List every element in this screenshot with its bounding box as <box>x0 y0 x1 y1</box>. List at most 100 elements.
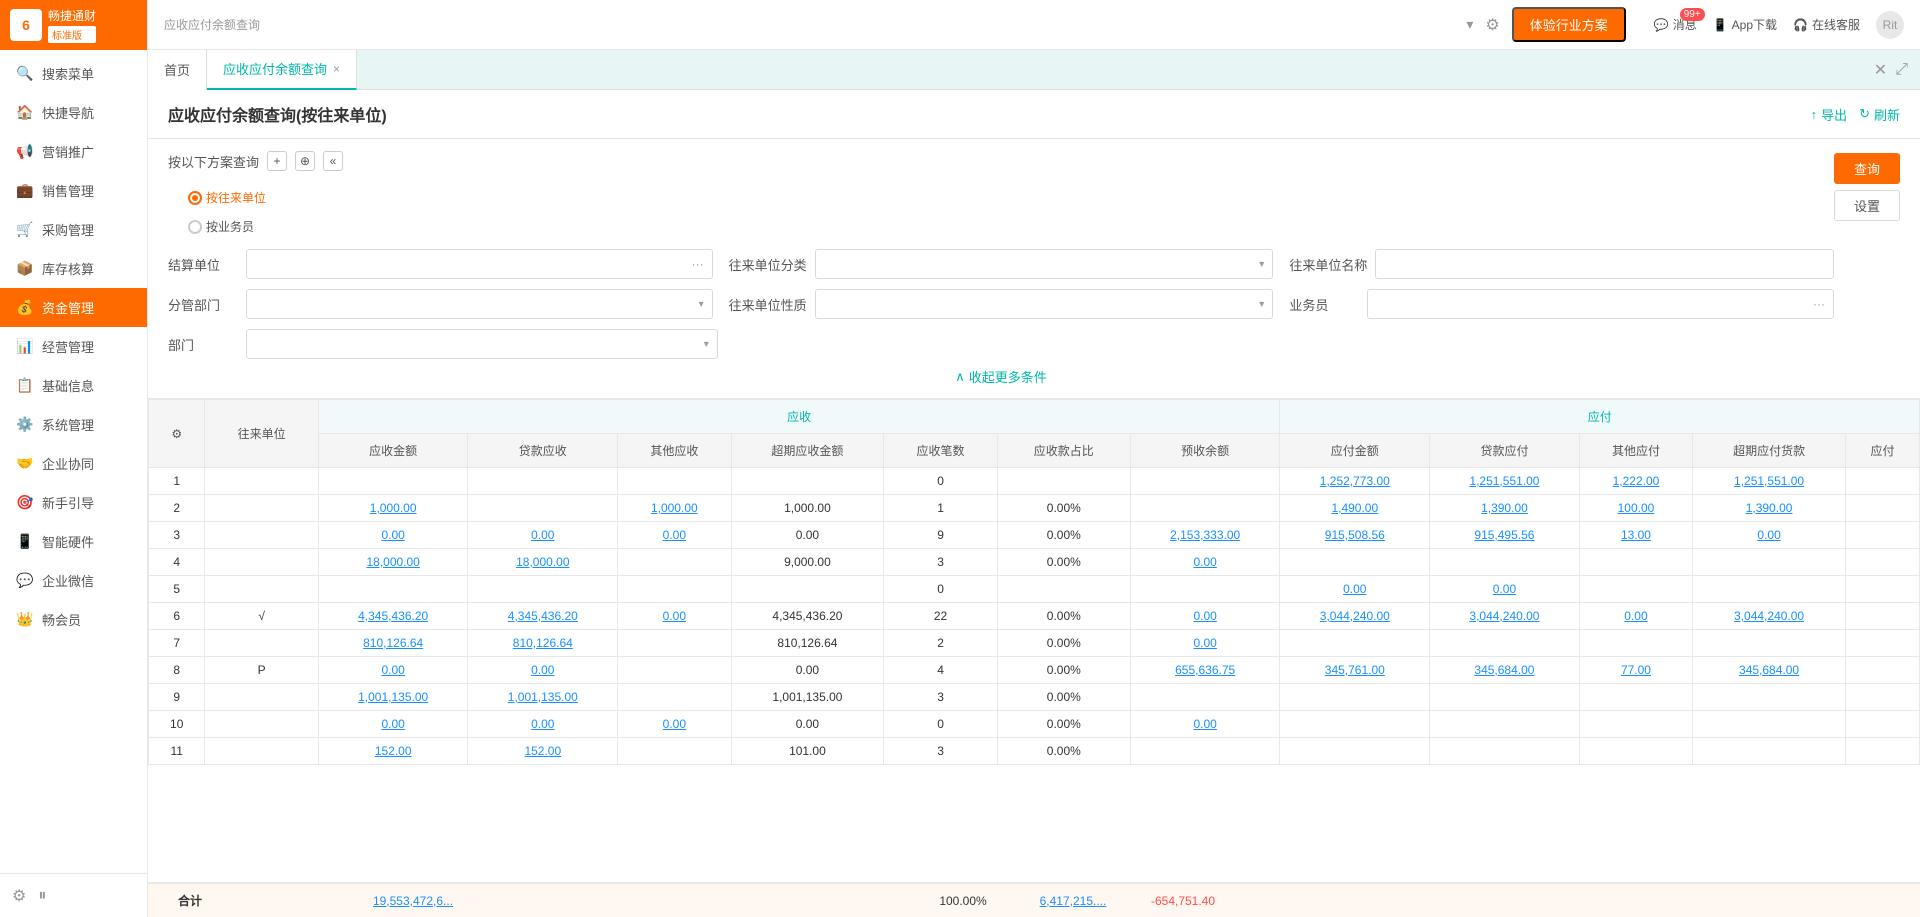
row-ap-amount[interactable] <box>1280 684 1430 711</box>
row-loan-ar[interactable]: 1,001,135.00 <box>468 684 618 711</box>
sidebar-item-inventory[interactable]: 📦 库存核算 <box>0 249 147 288</box>
row-other-ap[interactable] <box>1579 576 1692 603</box>
expand-icon[interactable]: ⤢ <box>1895 61 1908 79</box>
row-overdue-ap[interactable]: 1,390.00 <box>1693 495 1846 522</box>
row-loan-ar[interactable] <box>468 576 618 603</box>
row-other-ap[interactable]: 100.00 <box>1579 495 1692 522</box>
row-ar-amount[interactable]: 0.00 <box>318 522 468 549</box>
sidebar-settings-icon[interactable]: ⚙ <box>12 886 26 906</box>
unit-category-select[interactable]: ▾ <box>815 249 1274 279</box>
row-other-ar[interactable]: 0.00 <box>618 711 731 738</box>
tab-ar-ap[interactable]: 应收应付余额查询 × <box>207 50 357 90</box>
row-overdue-ap[interactable] <box>1693 630 1846 657</box>
schema-by-salesperson[interactable]: 按业务员 <box>168 212 1834 241</box>
online-service-button[interactable]: 🎧 在线客服 <box>1793 16 1860 33</box>
row-other-ar[interactable] <box>618 738 731 765</box>
sidebar-item-quick-nav[interactable]: 🏠 快捷导航 <box>0 93 147 132</box>
row-loan-ar[interactable]: 0.00 <box>468 522 618 549</box>
filter-settings-button[interactable]: ⊕ <box>295 151 315 171</box>
sidebar-item-purchase[interactable]: 🛒 采购管理 <box>0 210 147 249</box>
row-ar-amount[interactable] <box>318 576 468 603</box>
settings-icon[interactable]: ⚙ <box>1485 15 1499 35</box>
sidebar-item-guide[interactable]: 🎯 新手引导 <box>0 483 147 522</box>
row-ap-amount[interactable] <box>1280 711 1430 738</box>
row-other-ar[interactable] <box>618 549 731 576</box>
row-loan-ap[interactable]: 3,044,240.00 <box>1430 603 1580 630</box>
sidebar-item-operations[interactable]: 📊 经营管理 <box>0 327 147 366</box>
row-overdue-ap[interactable] <box>1693 711 1846 738</box>
dropdown-arrow-icon[interactable]: ▾ <box>1466 16 1473 33</box>
row-loan-ar[interactable] <box>468 495 618 522</box>
settings-col-header[interactable]: ⚙ <box>149 400 205 468</box>
row-ar-amount[interactable]: 18,000.00 <box>318 549 468 576</box>
row-ap-amount[interactable]: 0.00 <box>1280 576 1430 603</box>
row-loan-ar[interactable]: 152.00 <box>468 738 618 765</box>
footer-ar-amount[interactable]: 19,553,472,6... <box>358 894 468 908</box>
message-button[interactable]: 💬 消息 99+ <box>1654 16 1697 33</box>
row-loan-ap[interactable] <box>1430 684 1580 711</box>
row-overdue-ap[interactable]: 1,251,551.00 <box>1693 468 1846 495</box>
row-loan-ar[interactable]: 0.00 <box>468 711 618 738</box>
row-ap-amount[interactable]: 345,761.00 <box>1280 657 1430 684</box>
row-ap-amount[interactable] <box>1280 549 1430 576</box>
row-other-ap[interactable]: 77.00 <box>1579 657 1692 684</box>
refresh-button[interactable]: ↻ 刷新 <box>1859 105 1900 124</box>
row-other-ap[interactable]: 0.00 <box>1579 603 1692 630</box>
close-icon[interactable]: ✕ <box>1874 60 1887 80</box>
sidebar-item-search-menu[interactable]: 🔍 搜索菜单 <box>0 54 147 93</box>
row-loan-ar[interactable]: 4,345,436.20 <box>468 603 618 630</box>
row-loan-ap[interactable]: 1,390.00 <box>1430 495 1580 522</box>
sidebar-item-wechat[interactable]: 💬 企业微信 <box>0 561 147 600</box>
sidebar-item-system[interactable]: ⚙️ 系统管理 <box>0 405 147 444</box>
row-prepay[interactable]: 2,153,333.00 <box>1130 522 1280 549</box>
row-other-ap[interactable]: 13.00 <box>1579 522 1692 549</box>
row-loan-ap[interactable] <box>1430 549 1580 576</box>
row-other-ar[interactable] <box>618 684 731 711</box>
unit-name-input[interactable] <box>1375 249 1834 279</box>
row-ar-amount[interactable]: 0.00 <box>318 657 468 684</box>
sidebar-item-finance[interactable]: 💰 资金管理 <box>0 288 147 327</box>
row-loan-ap[interactable]: 1,251,551.00 <box>1430 468 1580 495</box>
row-overdue-ap[interactable]: 0.00 <box>1693 522 1846 549</box>
row-overdue-ap[interactable] <box>1693 549 1846 576</box>
row-ap-amount[interactable] <box>1280 630 1430 657</box>
row-prepay[interactable]: 0.00 <box>1130 549 1280 576</box>
row-ap-amount[interactable] <box>1280 738 1430 765</box>
collapse-conditions-button[interactable]: ∧ 收起更多条件 <box>168 367 1834 386</box>
row-prepay[interactable]: 0.00 <box>1130 630 1280 657</box>
row-overdue-ap[interactable]: 345,684.00 <box>1693 657 1846 684</box>
row-loan-ar[interactable] <box>468 468 618 495</box>
user-profile[interactable]: Rit <box>1876 11 1904 39</box>
row-loan-ar[interactable]: 810,126.64 <box>468 630 618 657</box>
row-loan-ar[interactable]: 18,000.00 <box>468 549 618 576</box>
row-other-ar[interactable]: 1,000.00 <box>618 495 731 522</box>
row-other-ap[interactable] <box>1579 630 1692 657</box>
salesperson-input[interactable]: ··· <box>1367 289 1834 319</box>
row-other-ap[interactable]: 1,222.00 <box>1579 468 1692 495</box>
row-other-ar[interactable] <box>618 576 731 603</box>
row-ap-amount[interactable]: 915,508.56 <box>1280 522 1430 549</box>
export-button[interactable]: ↑ 导出 <box>1811 105 1848 124</box>
row-ap-amount[interactable]: 3,044,240.00 <box>1280 603 1430 630</box>
row-loan-ap[interactable]: 0.00 <box>1430 576 1580 603</box>
row-prepay[interactable]: 0.00 <box>1130 603 1280 630</box>
row-ar-amount[interactable]: 152.00 <box>318 738 468 765</box>
settlement-input[interactable]: ··· <box>246 249 713 279</box>
row-overdue-ap[interactable] <box>1693 738 1846 765</box>
row-overdue-ap[interactable]: 3,044,240.00 <box>1693 603 1846 630</box>
row-prepay[interactable]: 0.00 <box>1130 711 1280 738</box>
filter-collapse-button[interactable]: « <box>323 151 343 171</box>
filter-add-button[interactable]: + <box>267 151 287 171</box>
row-ar-amount[interactable]: 0.00 <box>318 711 468 738</box>
sidebar-item-enterprise[interactable]: 🤝 企业协同 <box>0 444 147 483</box>
department-select[interactable]: ▾ <box>246 329 718 359</box>
row-overdue-ap[interactable] <box>1693 576 1846 603</box>
tab-home[interactable]: 首页 <box>148 50 207 90</box>
row-ap-amount[interactable]: 1,252,773.00 <box>1280 468 1430 495</box>
footer-prepay[interactable]: 6,417,215.... <box>1018 894 1128 908</box>
row-ar-amount[interactable]: 810,126.64 <box>318 630 468 657</box>
row-other-ap[interactable] <box>1579 684 1692 711</box>
unit-nature-select[interactable]: ▾ <box>815 289 1274 319</box>
tab-close-icon[interactable]: × <box>333 62 340 76</box>
dept-select[interactable]: ▾ <box>246 289 713 319</box>
